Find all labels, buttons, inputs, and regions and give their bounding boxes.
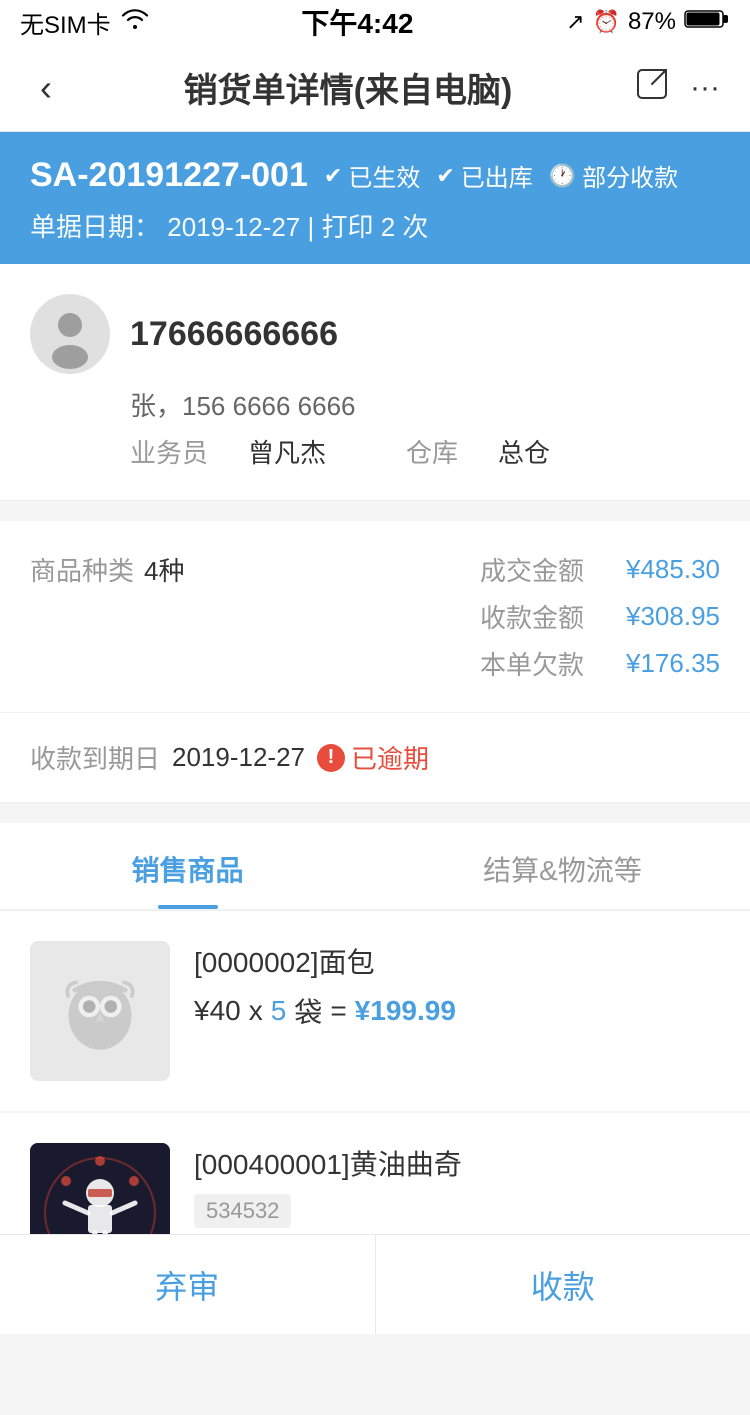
qty-1: 5 bbox=[271, 995, 287, 1027]
due-date-section: 收款到期日 2019-12-27 ! 已逾期 bbox=[0, 713, 750, 803]
price-x-1: x bbox=[249, 995, 263, 1027]
abandon-review-button[interactable]: 弃审 bbox=[0, 1235, 376, 1334]
tab-sales-products[interactable]: 销售商品 bbox=[0, 823, 375, 909]
battery-icon bbox=[684, 8, 730, 37]
product-name-1: [0000002]面包 bbox=[194, 941, 720, 981]
summary-section: 商品种类 4种 成交金额 ¥485.30 收款金额 ¥308.95 本单欠款 ¥… bbox=[0, 521, 750, 713]
check-icon-1: ✔ bbox=[324, 163, 342, 189]
warehouse-label: 仓库 bbox=[406, 433, 458, 470]
product-card-1: 管+ [0000002]面包 ¥40 x 5 袋 = ¥199.99 bbox=[0, 911, 750, 1111]
amount-label: 成交金额 bbox=[480, 551, 584, 588]
wifi-icon bbox=[121, 8, 149, 36]
overdue-icon: ! bbox=[317, 744, 345, 772]
status-bar: 无SIM卡 下午4:42 ↗ ⏰ 87% bbox=[0, 0, 750, 44]
product-type-value: 4种 bbox=[144, 551, 184, 588]
product-price-1: ¥40 x 5 袋 = ¥199.99 bbox=[194, 991, 720, 1031]
nav-bar: ‹ 销货单详情(来自电脑) ··· bbox=[0, 44, 750, 132]
tabs-row: 销售商品 结算&物流等 bbox=[0, 823, 750, 909]
amount-row: 成交金额 ¥485.30 bbox=[480, 551, 720, 588]
product-placeholder-1: 管+ bbox=[30, 941, 170, 1081]
warehouse-value: 总仓 bbox=[498, 433, 550, 470]
product-type-label: 商品种类 bbox=[30, 551, 134, 588]
clock-icon: 🕐 bbox=[549, 163, 576, 189]
status-indicators: ↗ ⏰ 87% bbox=[566, 8, 730, 37]
product-type: 商品种类 4种 bbox=[30, 551, 184, 588]
status-time: 下午4:42 bbox=[301, 2, 413, 42]
nav-actions: ··· bbox=[634, 66, 720, 110]
customer-meta: 业务员 曾凡杰 仓库 总仓 bbox=[130, 433, 720, 470]
header-banner: SA-20191227-001 ✔ 已生效 ✔ 已出库 🕐 部分收款 单据日期：… bbox=[0, 132, 750, 264]
battery-text: 87% bbox=[628, 8, 676, 36]
sales-person: 曾凡杰 bbox=[248, 433, 326, 470]
price-eq-1: = bbox=[330, 995, 346, 1027]
products-section: 管+ [0000002]面包 ¥40 x 5 袋 = ¥199.99 bbox=[0, 911, 750, 1415]
svg-text:管+: 管+ bbox=[90, 1036, 110, 1050]
tabs-section: 销售商品 结算&物流等 bbox=[0, 823, 750, 911]
sales-label: 业务员 bbox=[130, 433, 208, 470]
customer-contact: 张，156 6666 6666 bbox=[130, 386, 720, 423]
collect-payment-button[interactable]: 收款 bbox=[376, 1235, 750, 1334]
share-icon[interactable] bbox=[634, 66, 670, 110]
overdue-text: 已逾期 bbox=[351, 739, 429, 776]
status-partial: 🕐 部分收款 bbox=[549, 158, 678, 193]
avatar bbox=[30, 294, 110, 374]
owed-row: 本单欠款 ¥176.35 bbox=[480, 645, 720, 682]
status-carrier: 无SIM卡 bbox=[20, 5, 149, 40]
location-icon: ↗ bbox=[566, 9, 584, 35]
unit-1: 袋 bbox=[294, 991, 322, 1031]
status-shipped: ✔ 已出库 bbox=[436, 158, 532, 193]
tab-settlement[interactable]: 结算&物流等 bbox=[375, 823, 750, 909]
header-date: 单据日期： 2019-12-27 | 打印 2 次 bbox=[30, 207, 720, 244]
price-base-1: ¥40 bbox=[194, 995, 241, 1027]
owed-value: ¥176.35 bbox=[600, 648, 720, 679]
total-1: ¥199.99 bbox=[355, 995, 456, 1027]
status-effected: ✔ 已生效 bbox=[324, 158, 420, 193]
page-title: 销货单详情(来自电脑) bbox=[184, 63, 513, 112]
customer-name: 17666666666 bbox=[130, 315, 338, 354]
product-tag-2: 534532 bbox=[194, 1194, 291, 1228]
amounts: 成交金额 ¥485.30 收款金额 ¥308.95 本单欠款 ¥176.35 bbox=[480, 551, 720, 682]
overdue-badge: ! 已逾期 bbox=[317, 739, 429, 776]
amount-value: ¥485.30 bbox=[600, 554, 720, 585]
check-icon-2: ✔ bbox=[436, 163, 454, 189]
received-value: ¥308.95 bbox=[600, 601, 720, 632]
received-label: 收款金额 bbox=[480, 598, 584, 635]
status-tags: ✔ 已生效 ✔ 已出库 🕐 部分收款 bbox=[324, 158, 678, 193]
customer-row: 17666666666 bbox=[30, 294, 720, 374]
carrier-text: 无SIM卡 bbox=[20, 5, 111, 40]
product-image-1: 管+ bbox=[30, 941, 170, 1081]
alarm-icon: ⏰ bbox=[593, 9, 620, 35]
order-id: SA-20191227-001 bbox=[30, 156, 308, 195]
back-button[interactable]: ‹ bbox=[30, 57, 62, 119]
product-info-1: [0000002]面包 ¥40 x 5 袋 = ¥199.99 bbox=[194, 941, 720, 1031]
owed-label: 本单欠款 bbox=[480, 645, 584, 682]
bottom-toolbar: 弃审 收款 bbox=[0, 1234, 750, 1334]
customer-section: 17666666666 张，156 6666 6666 业务员 曾凡杰 仓库 总… bbox=[0, 264, 750, 501]
summary-grid: 商品种类 4种 成交金额 ¥485.30 收款金额 ¥308.95 本单欠款 ¥… bbox=[30, 551, 720, 682]
due-label: 收款到期日 bbox=[30, 739, 160, 776]
more-icon[interactable]: ··· bbox=[690, 71, 720, 105]
received-row: 收款金额 ¥308.95 bbox=[480, 598, 720, 635]
due-date-value: 2019-12-27 bbox=[172, 742, 305, 773]
product-name-2: [000400001]黄油曲奇 bbox=[194, 1143, 720, 1183]
